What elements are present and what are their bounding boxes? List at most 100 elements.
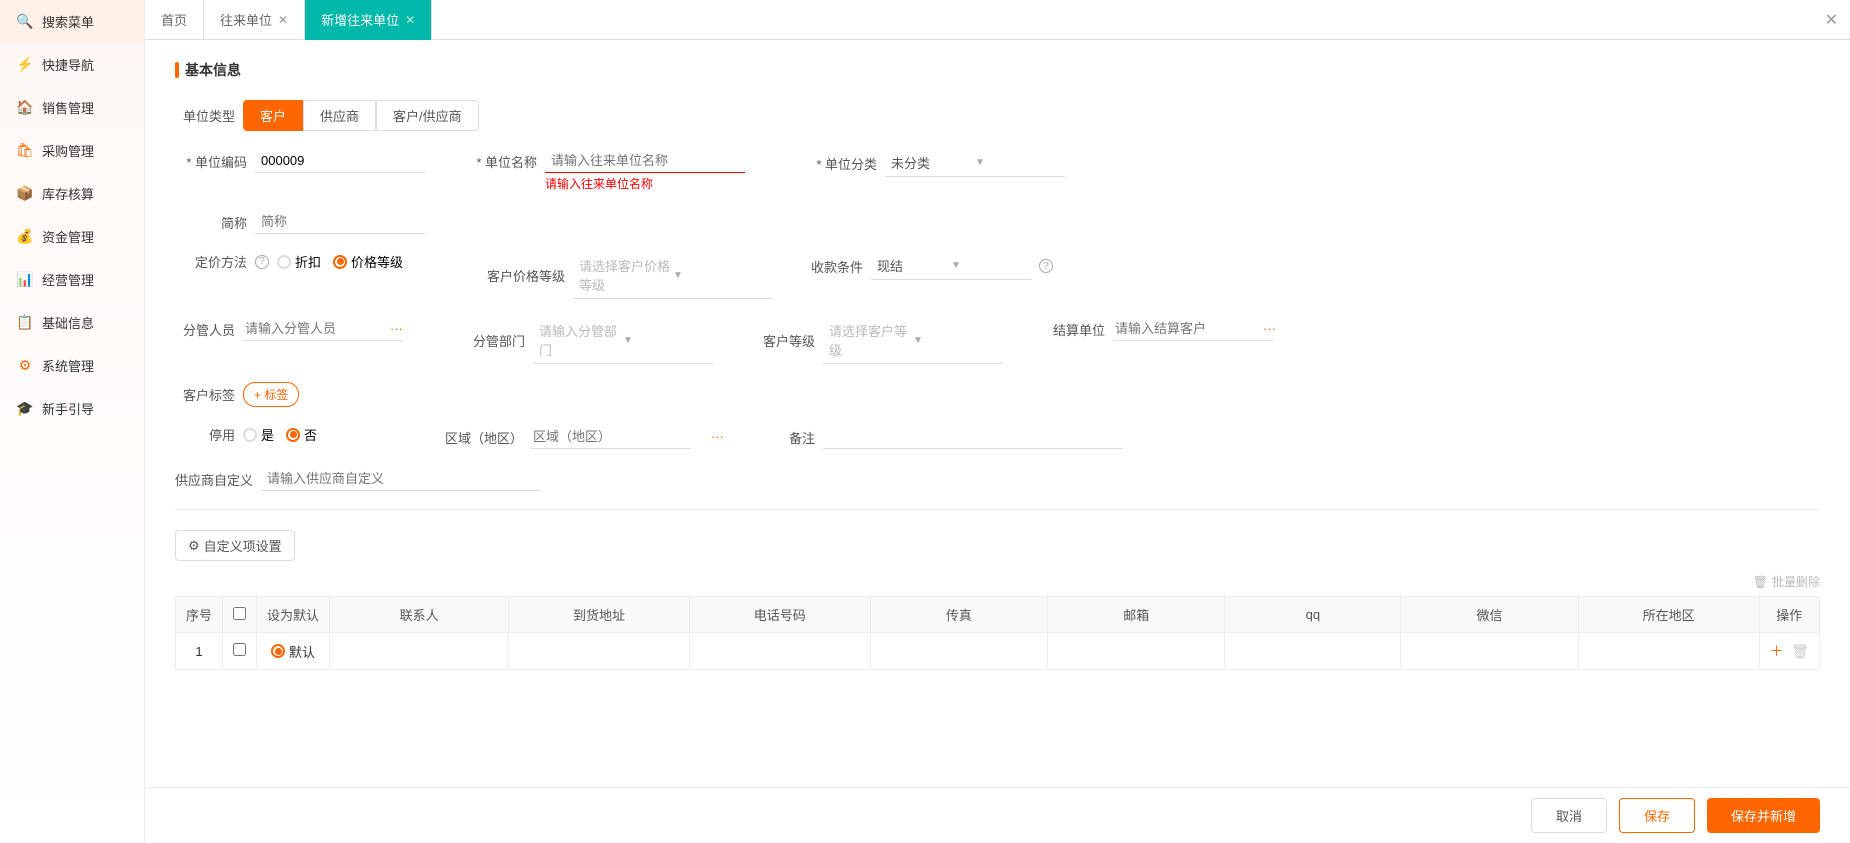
cell-phone xyxy=(689,633,870,670)
cell-contact xyxy=(330,633,509,670)
settlement-input[interactable] xyxy=(1113,317,1263,340)
th-checkbox xyxy=(223,597,257,633)
supplier-custom-row: 供应商自定义 xyxy=(175,467,1820,491)
cell-default: 默认 xyxy=(257,633,330,670)
customer-price-level-select[interactable]: 请选择客户价格等级 ▼ xyxy=(573,252,773,299)
chevron-down-icon: ▼ xyxy=(975,157,1059,168)
email-input[interactable] xyxy=(1058,644,1214,659)
delete-row-button[interactable]: 🗑 xyxy=(1791,643,1809,659)
short-name-label: 简称 xyxy=(175,213,247,232)
purchase-icon: 🛍 xyxy=(16,142,34,160)
th-default: 设为默认 xyxy=(257,597,330,633)
sidebar: 🔍 搜索菜单 ⚡ 快捷导航 🏠 销售管理 🛍 采购管理 📦 库存核算 💰 资金管… xyxy=(0,0,145,843)
short-name-input[interactable] xyxy=(255,210,425,234)
type-btn-supplier[interactable]: 供应商 xyxy=(303,100,376,131)
add-tag-button[interactable]: + 标签 xyxy=(243,382,299,407)
customer-level-select[interactable]: 请选择客户等级 ▼ xyxy=(823,317,1003,364)
unit-name-input[interactable] xyxy=(545,149,745,173)
divider xyxy=(175,509,1820,510)
unit-category-field: * 单位分类 未分类 ▼ xyxy=(805,149,1065,177)
th-no: 序号 xyxy=(176,597,223,633)
close-all-tabs[interactable]: ✕ xyxy=(1813,10,1850,30)
radio-price-level[interactable]: 价格等级 xyxy=(333,252,403,271)
cancel-button[interactable]: 取消 xyxy=(1531,798,1607,833)
qq-input[interactable] xyxy=(1235,644,1390,659)
batch-delete-area: 🗑 批量删除 xyxy=(175,573,1820,590)
fax-input[interactable] xyxy=(881,644,1037,659)
settlement-dots-btn[interactable]: ··· xyxy=(1263,321,1276,336)
batch-delete-button[interactable]: 🗑 批量删除 xyxy=(1753,573,1820,590)
sidebar-item-search[interactable]: 🔍 搜索菜单 xyxy=(0,0,144,43)
select-all-checkbox[interactable] xyxy=(233,607,246,620)
save-button[interactable]: 保存 xyxy=(1619,798,1695,833)
radio-discount[interactable]: 折扣 xyxy=(277,252,321,271)
radio-default[interactable]: 默认 xyxy=(267,642,319,661)
sidebar-item-operations[interactable]: 📊 经营管理 xyxy=(0,258,144,301)
supplier-custom-input[interactable] xyxy=(261,467,541,491)
table-header-row: 序号 设为默认 联系人 到货地址 电话号码 传真 邮箱 qq 微信 所在地区 操… xyxy=(176,597,1820,633)
supplier-custom-field: 供应商自定义 xyxy=(175,467,541,491)
type-btn-customer[interactable]: 客户 xyxy=(243,100,303,131)
th-email: 邮箱 xyxy=(1048,597,1225,633)
unit-type-label: 单位类型 xyxy=(175,106,235,125)
address-input[interactable] xyxy=(519,644,679,659)
unit-code-input[interactable] xyxy=(255,149,425,173)
notes-input[interactable] xyxy=(823,425,1123,449)
payment-terms-select[interactable]: 现结 ▼ xyxy=(871,252,1031,280)
contact-input[interactable] xyxy=(340,644,498,659)
radio-no[interactable]: 否 xyxy=(286,425,317,444)
contacts-table: 序号 设为默认 联系人 到货地址 电话号码 传真 邮箱 qq 微信 所在地区 操… xyxy=(175,596,1820,670)
region-input-group: ··· xyxy=(531,425,691,449)
sidebar-item-beginner[interactable]: 🎓 新手引导 xyxy=(0,387,144,430)
phone-input[interactable] xyxy=(700,644,860,659)
sidebar-item-sales[interactable]: 🏠 销售管理 xyxy=(0,86,144,129)
radio-circle-yes xyxy=(243,428,257,442)
wechat-input[interactable] xyxy=(1411,644,1567,659)
radio-yes[interactable]: 是 xyxy=(243,425,274,444)
cell-qq xyxy=(1225,633,1401,670)
sidebar-item-finance[interactable]: 💰 资金管理 xyxy=(0,215,144,258)
chevron-down-icon-dept: ▼ xyxy=(623,335,707,346)
disable-region-notes-row: 停用 是 否 区域（地区） xyxy=(175,425,1820,449)
type-btn-both[interactable]: 客户/供应商 xyxy=(376,100,479,131)
radio-circle-default xyxy=(271,644,285,658)
pricing-method-field: 定价方法 ? 折扣 价格等级 xyxy=(175,252,455,271)
manager-dots-btn[interactable]: ··· xyxy=(390,321,403,336)
row-checkbox[interactable] xyxy=(233,643,246,656)
region-dots-btn[interactable]: ··· xyxy=(711,429,724,444)
finance-icon: 💰 xyxy=(16,228,34,246)
operations-icon: 📊 xyxy=(16,271,34,289)
disable-field: 停用 是 否 xyxy=(175,425,415,444)
pricing-radio-group: 折扣 价格等级 xyxy=(277,252,403,271)
tab-contacts[interactable]: 往来单位 ✕ xyxy=(204,0,305,40)
sidebar-item-base-info[interactable]: 📋 基础信息 xyxy=(0,301,144,344)
tags-label: 客户标签 xyxy=(175,385,235,404)
custom-settings-button[interactable]: ⚙ 自定义项设置 xyxy=(175,530,295,561)
search-icon: 🔍 xyxy=(16,13,34,31)
section-bar xyxy=(175,62,179,78)
region-input[interactable] xyxy=(531,425,711,448)
sidebar-item-inventory[interactable]: 📦 库存核算 xyxy=(0,172,144,215)
sidebar-item-system[interactable]: ⚙ 系统管理 xyxy=(0,344,144,387)
save-new-button[interactable]: 保存并新增 xyxy=(1707,798,1820,833)
tab-new-contact[interactable]: 新增往来单位 ✕ xyxy=(305,0,432,40)
tab-new-contact-close[interactable]: ✕ xyxy=(405,13,415,27)
sidebar-item-purchase[interactable]: 🛍 采购管理 xyxy=(0,129,144,172)
help-icon-pricing[interactable]: ? xyxy=(255,255,269,269)
tab-contacts-close[interactable]: ✕ xyxy=(278,13,288,27)
department-select[interactable]: 请输入分管部门 ▼ xyxy=(533,317,713,364)
tab-home[interactable]: 首页 xyxy=(145,0,204,40)
short-name-row: 简称 xyxy=(175,210,1820,234)
manager-input[interactable] xyxy=(243,317,390,340)
settlement-label: 结算单位 xyxy=(1045,320,1105,339)
cell-region xyxy=(1578,633,1759,670)
region-label: 区域（地区） xyxy=(445,428,523,447)
cell-checkbox xyxy=(223,633,257,670)
section-title-basic: 基本信息 xyxy=(175,60,1820,80)
sidebar-item-quick-nav[interactable]: ⚡ 快捷导航 xyxy=(0,43,144,86)
help-icon-payment[interactable]: ? xyxy=(1039,259,1053,273)
region-table-input[interactable] xyxy=(1589,644,1749,659)
th-contact: 联系人 xyxy=(330,597,509,633)
add-row-button[interactable]: ＋ xyxy=(1770,643,1784,659)
unit-category-select[interactable]: 未分类 ▼ xyxy=(885,149,1065,177)
